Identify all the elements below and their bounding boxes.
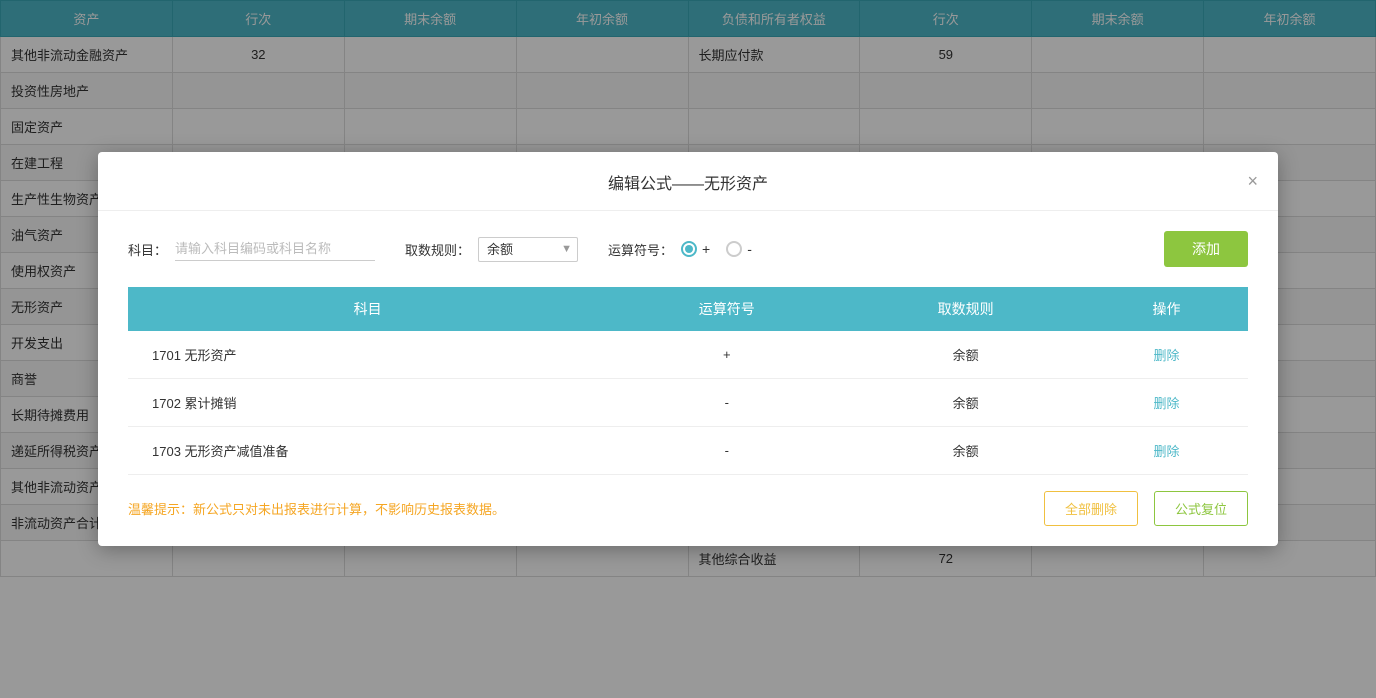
radio-minus-indicator — [726, 241, 742, 257]
edit-formula-modal: 编辑公式——无形资产 × 科目： 取数规则： 余额 借方发生额 贷方发生额 ▼ … — [98, 152, 1278, 546]
row2-subject: 1702 累计摊销 — [128, 379, 607, 427]
operator-minus-label: - — [747, 241, 752, 257]
rule-field-group: 取数规则： 余额 借方发生额 贷方发生额 ▼ — [405, 237, 578, 262]
modal-close-button[interactable]: × — [1247, 172, 1258, 190]
row2-rule: 余额 — [846, 379, 1085, 427]
operator-plus-label: + — [702, 241, 710, 257]
delete-row2-button[interactable]: 删除 — [1154, 393, 1180, 412]
row1-operator: + — [607, 331, 846, 379]
row3-action: 删除 — [1085, 427, 1248, 475]
formula-form: 科目： 取数规则： 余额 借方发生额 贷方发生额 ▼ 运算符号： + — [98, 211, 1278, 287]
add-button[interactable]: 添加 — [1164, 231, 1248, 267]
hint-text: 温馨提示：新公式只对未出报表进行计算，不影响历史报表数据。 — [128, 499, 505, 518]
modal-footer: 温馨提示：新公式只对未出报表进行计算，不影响历史报表数据。 全部删除 公式复位 — [98, 475, 1278, 526]
operator-minus-radio[interactable]: - — [726, 241, 752, 257]
formula-table-wrap: 科目 运算符号 取数规则 操作 1701 无形资产 + 余额 删除 1702 累… — [98, 287, 1278, 475]
formula-table: 科目 运算符号 取数规则 操作 1701 无形资产 + 余额 删除 1702 累… — [128, 287, 1248, 475]
rule-select[interactable]: 余额 借方发生额 贷方发生额 — [478, 237, 578, 262]
formula-row: 1703 无形资产减值准备 - 余额 删除 — [128, 427, 1248, 475]
delete-all-button[interactable]: 全部删除 — [1044, 491, 1138, 526]
subject-field-group: 科目： — [128, 237, 375, 261]
modal-title: 编辑公式——无形资产 — [608, 170, 768, 194]
row2-operator: - — [607, 379, 846, 427]
operator-plus-radio[interactable]: + — [681, 241, 710, 257]
operator-label: 运算符号： — [608, 240, 673, 259]
col-operator-header: 运算符号 — [607, 287, 846, 331]
row3-operator: - — [607, 427, 846, 475]
row3-rule: 余额 — [846, 427, 1085, 475]
radio-plus-indicator — [681, 241, 697, 257]
row1-action: 删除 — [1085, 331, 1248, 379]
row1-rule: 余额 — [846, 331, 1085, 379]
row1-subject: 1701 无形资产 — [128, 331, 607, 379]
delete-row1-button[interactable]: 删除 — [1154, 345, 1180, 364]
delete-row3-button[interactable]: 删除 — [1154, 441, 1180, 460]
rule-select-wrapper: 余额 借方发生额 贷方发生额 ▼ — [478, 237, 578, 262]
rule-label: 取数规则： — [405, 240, 470, 259]
col-rule-header: 取数规则 — [846, 287, 1085, 331]
formula-row: 1701 无形资产 + 余额 删除 — [128, 331, 1248, 379]
row2-action: 删除 — [1085, 379, 1248, 427]
operator-radio-group: + - — [681, 241, 752, 257]
footer-buttons: 全部删除 公式复位 — [1044, 491, 1248, 526]
row3-subject: 1703 无形资产减值准备 — [128, 427, 607, 475]
subject-label: 科目： — [128, 240, 167, 259]
col-action-header: 操作 — [1085, 287, 1248, 331]
modal-header: 编辑公式——无形资产 × — [98, 152, 1278, 211]
operator-field-group: 运算符号： + - — [608, 240, 752, 259]
reset-formula-button[interactable]: 公式复位 — [1154, 491, 1248, 526]
col-subject-header: 科目 — [128, 287, 607, 331]
subject-input[interactable] — [175, 237, 375, 261]
formula-row: 1702 累计摊销 - 余额 删除 — [128, 379, 1248, 427]
